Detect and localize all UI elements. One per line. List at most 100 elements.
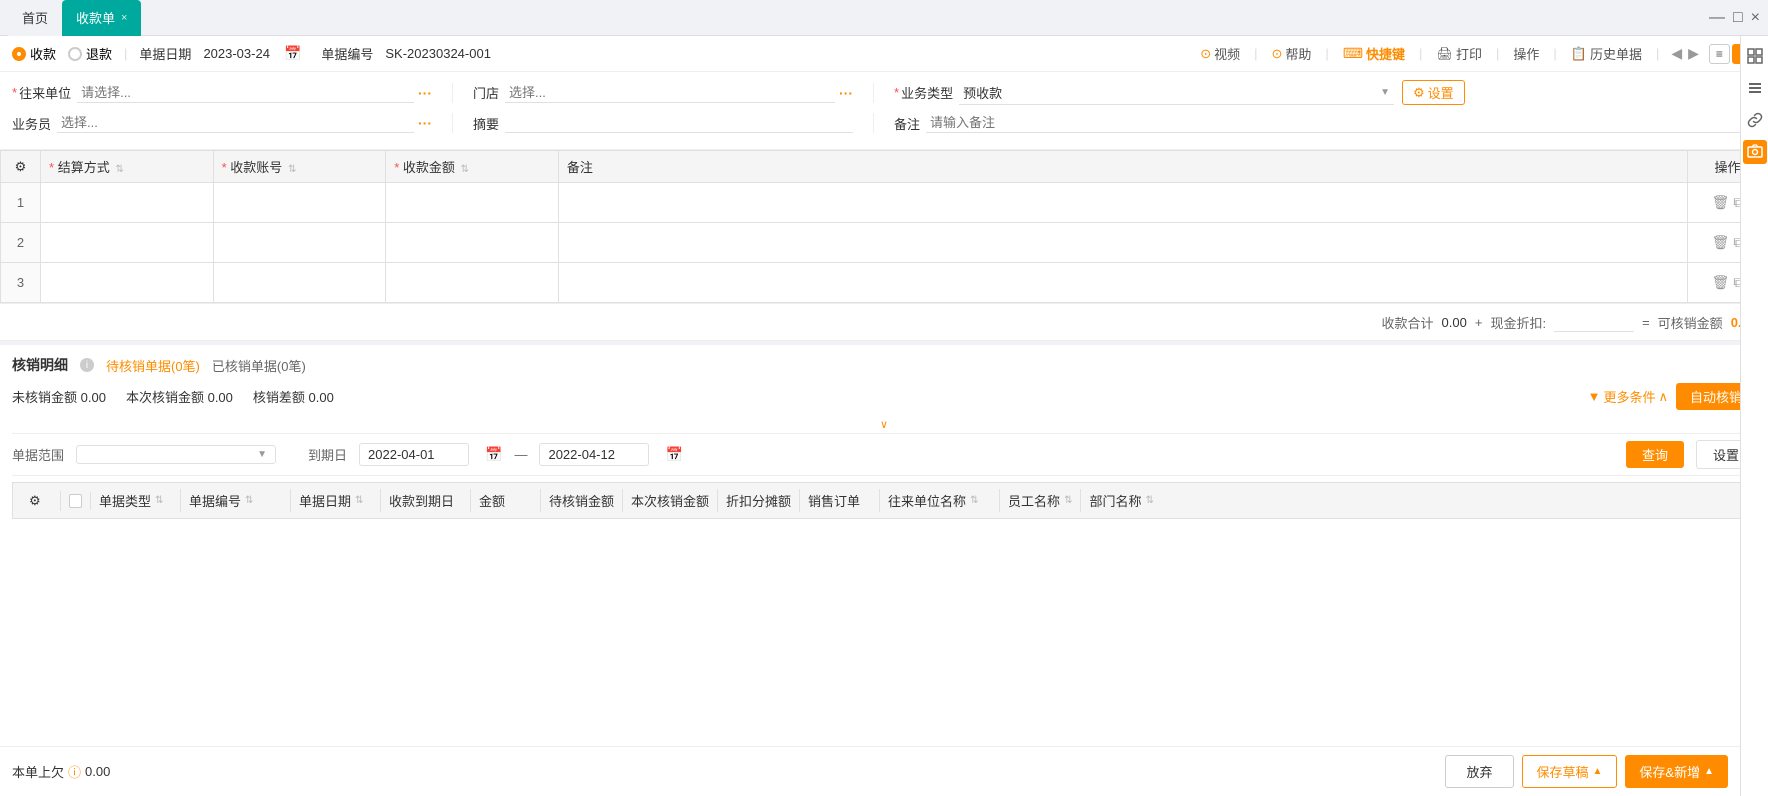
save-new-btn[interactable]: 保存&新增 ▲ (1625, 755, 1728, 788)
filter-row: 单据范围 ▼ 到期日 📅 — 📅 查询 设置 (12, 433, 1756, 476)
staff-ellipsis-btn[interactable]: ··· (418, 115, 432, 131)
history-btn[interactable]: 📋 历史单据 (1567, 42, 1646, 65)
range-label: 单据范围 (12, 445, 64, 464)
help-btn[interactable]: ⊙ 帮助 (1268, 42, 1316, 65)
window-min-btn[interactable]: — (1709, 9, 1725, 27)
more-conditions-btn[interactable]: ▼ 更多条件 ∧ (1588, 387, 1668, 406)
window-controls: — □ × (1709, 9, 1760, 27)
calendar-icon[interactable]: 📅 (284, 45, 301, 62)
remark-label: 备注 (894, 114, 920, 133)
verify-total-label: 可核销金额 (1658, 313, 1723, 332)
right-panel-link-btn[interactable] (1743, 108, 1767, 132)
row-3-amount[interactable] (386, 263, 559, 303)
right-panel-table-btn[interactable] (1743, 44, 1767, 68)
window-close-btn[interactable]: × (1751, 9, 1760, 27)
staff-input[interactable] (57, 113, 414, 133)
summary-field: 摘要 (473, 113, 853, 133)
print-btn[interactable]: 🖨 打印 (1432, 42, 1486, 65)
col-amount-header: * 收款金额 ⇅ (386, 151, 559, 183)
current-stat: 本次核销金额 0.00 (126, 387, 233, 406)
row-3-remark[interactable] (558, 263, 1687, 303)
row-num-2: 2 (1, 223, 41, 263)
radio-receipt-label: 收款 (30, 44, 56, 63)
table-row: 2 🗑 ⧉ (1, 223, 1768, 263)
tab-bar: 首页 收款单 × — □ × (0, 0, 1768, 36)
shortcut-btn[interactable]: ⌨ 快捷键 (1339, 42, 1409, 65)
vth-number: 单据编号 ⇅ (181, 489, 291, 512)
query-btn[interactable]: 查询 (1626, 441, 1684, 468)
row-1-account[interactable] (213, 183, 386, 223)
row-2-amount[interactable] (386, 223, 559, 263)
remark-field: 备注 (894, 113, 1756, 133)
radio-refund[interactable]: 退款 (68, 44, 112, 63)
business-type-select[interactable]: 预收款 ▼ (959, 81, 1394, 105)
row-1-remark[interactable] (558, 183, 1687, 223)
row-3-delete-icon[interactable]: 🗑 (1712, 274, 1730, 291)
video-btn[interactable]: ⊙ 视频 (1196, 42, 1244, 65)
row-1-payment[interactable] (41, 183, 214, 223)
discount-input[interactable] (1554, 312, 1634, 332)
vth-settings[interactable]: ⚙ (21, 491, 61, 511)
info-icon[interactable]: ⓘ (68, 762, 81, 781)
table-settings-icon: ⚙ (15, 159, 27, 174)
row-2-remark[interactable] (558, 223, 1687, 263)
row-3-payment[interactable] (41, 263, 214, 303)
vth-checkbox[interactable] (61, 492, 91, 510)
remark-input[interactable] (926, 113, 1756, 133)
row-1-amount[interactable] (386, 183, 559, 223)
date-to-input[interactable] (539, 443, 649, 466)
date-from-input[interactable] (359, 443, 469, 466)
number-label: 单据编号 (321, 44, 373, 63)
radio-receipt[interactable]: 收款 (12, 44, 56, 63)
row-num-1: 1 (1, 183, 41, 223)
save-draft-btn[interactable]: 保存草稿 ▲ (1522, 755, 1618, 788)
video-label: 视频 (1214, 44, 1240, 63)
nav-next-btn[interactable]: ▶ (1686, 43, 1701, 64)
partner-ellipsis-btn[interactable]: ··· (418, 85, 432, 101)
row-2-payment[interactable] (41, 223, 214, 263)
table-area: ⚙ * 结算方式 ⇅ * 收款账号 ⇅ * 收款金额 (0, 150, 1768, 303)
tab-close-icon[interactable]: × (121, 12, 127, 24)
right-panel-list-btn[interactable] (1743, 76, 1767, 100)
row-1-delete-icon[interactable]: 🗑 (1712, 194, 1730, 211)
store-input[interactable] (505, 83, 835, 103)
link-icon (1747, 112, 1763, 128)
form-settings-btn[interactable]: ⚙ 设置 (1402, 80, 1465, 105)
save-new-label: 保存&新增 (1639, 762, 1700, 781)
done-tab[interactable]: 已核销单据(0笔) (212, 356, 306, 375)
abandon-btn[interactable]: 放弃 (1445, 755, 1513, 788)
view-list-btn[interactable]: ≡ (1709, 44, 1730, 64)
check-all-checkbox[interactable] (69, 494, 82, 508)
summary-label: 摘要 (473, 114, 499, 133)
right-panel-screenshot-btn[interactable] (1743, 140, 1767, 164)
tab-home-label: 首页 (22, 8, 48, 27)
info-value: 0.00 (85, 764, 110, 779)
row-num-3: 3 (1, 263, 41, 303)
vth-sale-order: 销售订单 (800, 489, 880, 512)
history-label: 历史单据 (1590, 44, 1642, 63)
date-label: 单据日期 (139, 44, 191, 63)
date-from-icon[interactable]: 📅 (485, 446, 502, 463)
col-amount-label: 收款金额 (403, 160, 455, 175)
date-to-icon[interactable]: 📅 (665, 446, 682, 463)
summary-input[interactable] (505, 113, 853, 133)
row-2-delete-icon[interactable]: 🗑 (1712, 234, 1730, 251)
nav-prev-btn[interactable]: ◀ (1669, 43, 1684, 64)
vth-current: 本次核销金额 (623, 489, 718, 512)
operation-btn[interactable]: 操作 (1509, 42, 1543, 65)
range-select[interactable]: ▼ (76, 445, 276, 464)
col-settings-header[interactable]: ⚙ (1, 151, 41, 183)
tab-home[interactable]: 首页 (8, 0, 62, 36)
date-value: 2023-03-24 (203, 46, 270, 61)
row-2-account[interactable] (213, 223, 386, 263)
col-payment-label: 结算方式 (58, 160, 110, 175)
verify-header: 核销明细 i 待核销单据(0笔) 已核销单据(0笔) (12, 355, 1756, 375)
store-ellipsis-btn[interactable]: ··· (839, 85, 853, 101)
pending-tab[interactable]: 待核销单据(0笔) (106, 356, 200, 375)
window-max-btn[interactable]: □ (1733, 9, 1743, 27)
row-3-account[interactable] (213, 263, 386, 303)
partner-input[interactable] (77, 83, 414, 103)
tab-receipt[interactable]: 收款单 × (62, 0, 141, 36)
verify-info-icon[interactable]: i (80, 358, 94, 372)
business-type-label: 业务类型 (901, 83, 953, 102)
